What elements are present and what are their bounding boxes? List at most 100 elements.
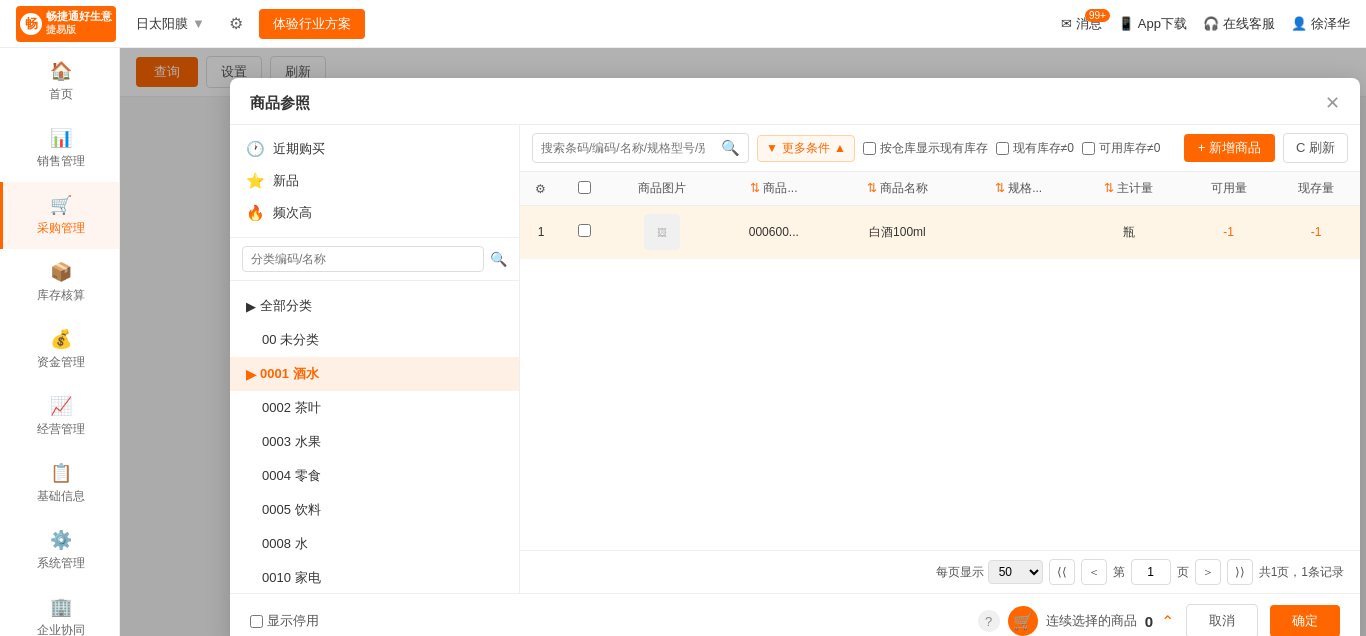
cat-appliance[interactable]: 0010 家电 xyxy=(230,561,519,593)
sidebar-item-inventory[interactable]: 📦 库存核算 xyxy=(0,249,119,316)
shopping-cart-icon: 🛒 xyxy=(1008,606,1038,636)
sidebar-label-finance: 资金管理 xyxy=(37,354,85,371)
app-sub: 捷易版 xyxy=(46,23,112,37)
per-page-wrap: 每页显示 50 10 20 100 xyxy=(936,560,1043,584)
check-stock-input[interactable] xyxy=(996,142,1009,155)
cat-all-label: 全部分类 xyxy=(260,297,312,315)
product-search-input[interactable] xyxy=(533,141,713,155)
right-panel: 🔍 ▼ 更多条件 ▲ 按仓库显示现有库存 xyxy=(520,125,1360,593)
cat-all[interactable]: ▶ 全部分类 xyxy=(230,289,519,323)
online-service-btn[interactable]: 🎧 在线客服 xyxy=(1203,15,1275,33)
store-selector[interactable]: 日太阳膜 ▼ xyxy=(136,15,205,33)
page-prev-btn[interactable]: ＜ xyxy=(1081,559,1107,585)
tab-frequent[interactable]: 🔥 频次高 xyxy=(230,197,519,229)
sidebar-item-sales[interactable]: 📊 销售管理 xyxy=(0,115,119,182)
product-image: 🖼 xyxy=(644,214,680,250)
logo-icon: 畅 xyxy=(20,13,42,35)
cat-drink[interactable]: 0005 饮料 xyxy=(230,493,519,527)
col-name[interactable]: ⇅ 商品名称 xyxy=(830,172,964,206)
filter-icon: ▼ xyxy=(766,141,778,155)
sidebar-label-basics: 基础信息 xyxy=(37,488,85,505)
search-icon[interactable]: 🔍 xyxy=(490,251,507,267)
page-last-btn[interactable]: ⟩⟩ xyxy=(1227,559,1253,585)
cat-snack[interactable]: 0004 零食 xyxy=(230,459,519,493)
cat-water[interactable]: 0008 水 xyxy=(230,527,519,561)
cat-fruit[interactable]: 0003 水果 xyxy=(230,425,519,459)
sidebar-item-home[interactable]: 🏠 首页 xyxy=(0,48,119,115)
finance-icon: 💰 xyxy=(50,328,72,350)
col-spec[interactable]: ⇅ 规格... xyxy=(964,172,1072,206)
modal-body: 🕐 近期购买 ⭐ 新品 🔥 频次高 xyxy=(230,125,1360,593)
filter-arrow-icon: ▲ xyxy=(834,141,846,155)
cat-water-label: 0008 水 xyxy=(262,535,308,553)
table-row[interactable]: 1 🖼 000600... 白酒100ml xyxy=(520,206,1360,259)
sidebar-item-operations[interactable]: 📈 经营管理 xyxy=(0,383,119,450)
image-icon: 🖼 xyxy=(657,227,667,238)
app-download-btn[interactable]: 📱 App下载 xyxy=(1118,15,1187,33)
check-stock-label[interactable]: 现有库存≠0 xyxy=(996,140,1074,157)
messages-btn[interactable]: ✉ 消息 99+ xyxy=(1061,15,1102,33)
cancel-button[interactable]: 取消 xyxy=(1186,604,1258,636)
col-code[interactable]: ⇅ 商品... xyxy=(717,172,830,206)
check-available-label[interactable]: 可用库存≠0 xyxy=(1082,140,1160,157)
pagination: 每页显示 50 10 20 100 ⟨⟨ ＜ 第 页 xyxy=(520,550,1360,593)
tab-new-product[interactable]: ⭐ 新品 xyxy=(230,165,519,197)
navbar-right: ✉ 消息 99+ 📱 App下载 🎧 在线客服 👤 徐泽华 xyxy=(1061,15,1350,33)
collapse-cart-icon[interactable]: ⌃ xyxy=(1161,612,1174,631)
sidebar-item-basics[interactable]: 📋 基础信息 xyxy=(0,450,119,517)
main-content: 查询 设置 刷新 商品参照 ✕ 🕐 xyxy=(120,48,1366,636)
row-checkbox[interactable] xyxy=(578,224,591,237)
cell-name: 白酒100ml xyxy=(830,206,964,259)
category-search-bar: 🔍 xyxy=(230,238,519,281)
show-disabled-checkbox[interactable] xyxy=(250,615,263,628)
show-disabled-label[interactable]: 显示停用 xyxy=(250,612,319,630)
basics-icon: 📋 xyxy=(50,462,72,484)
check-warehouse-input[interactable] xyxy=(863,142,876,155)
sidebar-item-system[interactable]: ⚙️ 系统管理 xyxy=(0,517,119,584)
close-icon[interactable]: ✕ xyxy=(1325,92,1340,114)
cat-snack-label: 0004 零食 xyxy=(262,467,321,485)
product-reference-modal: 商品参照 ✕ 🕐 近期购买 ⭐ 新品 xyxy=(230,78,1360,636)
user-avatar[interactable]: 👤 徐泽华 xyxy=(1291,15,1350,33)
add-product-btn[interactable]: + 新增商品 xyxy=(1184,134,1275,162)
check-available-input[interactable] xyxy=(1082,142,1095,155)
select-all-checkbox[interactable] xyxy=(578,181,591,194)
more-filter-btn[interactable]: ▼ 更多条件 ▲ xyxy=(757,135,855,162)
experience-btn[interactable]: 体验行业方案 xyxy=(259,9,365,39)
app-name: 畅捷通好生意 xyxy=(46,10,112,23)
tab-recent-buy[interactable]: 🕐 近期购买 xyxy=(230,133,519,165)
page-first-btn[interactable]: ⟨⟨ xyxy=(1049,559,1075,585)
refresh-btn[interactable]: C 刷新 xyxy=(1283,133,1348,163)
frequent-icon: 🔥 xyxy=(246,204,265,222)
help-icon[interactable]: ? xyxy=(978,610,1000,632)
online-service-label: 在线客服 xyxy=(1223,15,1275,33)
modal-title: 商品参照 xyxy=(250,94,310,113)
sidebar-item-purchase[interactable]: 🛒 采购管理 xyxy=(0,182,119,249)
col-stock: 现存量 xyxy=(1272,172,1360,206)
cart-count: 0 xyxy=(1145,613,1153,630)
cell-index: 1 xyxy=(520,206,562,259)
cat-uncategorized[interactable]: 00 未分类 xyxy=(230,323,519,357)
cat-tea[interactable]: 0002 茶叶 xyxy=(230,391,519,425)
confirm-button[interactable]: 确定 xyxy=(1270,605,1340,636)
table-header: ⚙ 商品图片 ⇅ 商品... ⇅ 商品名称 xyxy=(520,172,1360,206)
col-unit[interactable]: ⇅ 主计量 xyxy=(1073,172,1185,206)
operations-icon: 📈 xyxy=(50,395,72,417)
sort-icon-unit: ⇅ xyxy=(1104,181,1114,195)
cart-icon-wrap[interactable]: 🛒 xyxy=(1008,606,1038,636)
product-search-btn[interactable]: 🔍 xyxy=(713,139,748,157)
username-label: 徐泽华 xyxy=(1311,15,1350,33)
sidebar-item-finance[interactable]: 💰 资金管理 xyxy=(0,316,119,383)
category-search-input[interactable] xyxy=(242,246,484,272)
cat-fruit-label: 0003 水果 xyxy=(262,433,321,451)
per-page-select[interactable]: 50 10 20 100 xyxy=(988,560,1043,584)
cat-liquor[interactable]: ▶ 0001 酒水 xyxy=(230,357,519,391)
check-warehouse-label[interactable]: 按仓库显示现有库存 xyxy=(863,140,988,157)
col-settings[interactable]: ⚙ xyxy=(520,172,562,206)
quick-tabs: 🕐 近期购买 ⭐ 新品 🔥 频次高 xyxy=(230,125,519,238)
settings-gear-icon[interactable]: ⚙ xyxy=(221,9,251,39)
tab-frequent-label: 频次高 xyxy=(273,204,312,222)
page-next-btn[interactable]: ＞ xyxy=(1195,559,1221,585)
sidebar-item-collab[interactable]: 🏢 企业协同 xyxy=(0,584,119,636)
page-input[interactable] xyxy=(1131,559,1171,585)
